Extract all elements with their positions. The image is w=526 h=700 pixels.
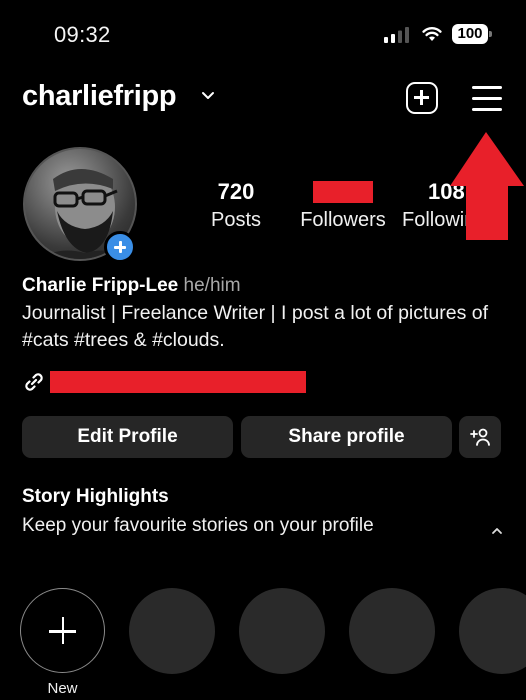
link-redaction[interactable] [50,371,306,393]
battery-nub [489,31,492,37]
add-person-icon [470,428,490,446]
highlight-placeholder [349,588,435,674]
link-icon [25,373,43,391]
wifi-icon [422,27,442,41]
discover-people-button[interactable] [459,416,501,458]
bio-text: Journalist | Freelance Writer | I post a… [22,302,489,351]
followers-label: Followers [300,209,386,231]
hamburger-menu-icon[interactable] [472,85,502,111]
chevron-up-icon[interactable] [490,526,504,536]
username-title[interactable]: charliefripp [22,80,177,113]
highlights-description: Keep your favourite stories on your prof… [22,515,374,536]
battery-indicator: 100 [452,24,488,44]
annotation-arrow [450,132,524,240]
stat-posts[interactable]: 720 Posts [196,179,276,233]
pronouns: he/him [183,275,241,296]
share-profile-button[interactable]: Share profile [241,416,452,458]
plus-square-icon[interactable] [406,82,438,114]
plus-circle-icon[interactable] [104,231,136,263]
highlight-placeholder [129,588,215,674]
chevron-down-icon[interactable] [200,88,216,102]
profile-name-line: Charlie Fripp-Lee he/him [22,275,241,297]
followers-redaction [313,181,373,203]
posts-label: Posts [210,209,262,231]
new-highlight-label: New [47,680,78,697]
posts-count: 720 [217,179,255,204]
new-highlight-button[interactable] [20,588,105,673]
edit-profile-button[interactable]: Edit Profile [22,416,233,458]
highlight-placeholder [239,588,325,674]
display-name: Charlie Fripp-Lee [22,275,179,296]
highlight-placeholder [459,588,526,674]
status-time: 09:32 [54,22,111,47]
cellular-signal-icon [384,27,409,43]
highlights-title: Story Highlights [22,486,169,507]
